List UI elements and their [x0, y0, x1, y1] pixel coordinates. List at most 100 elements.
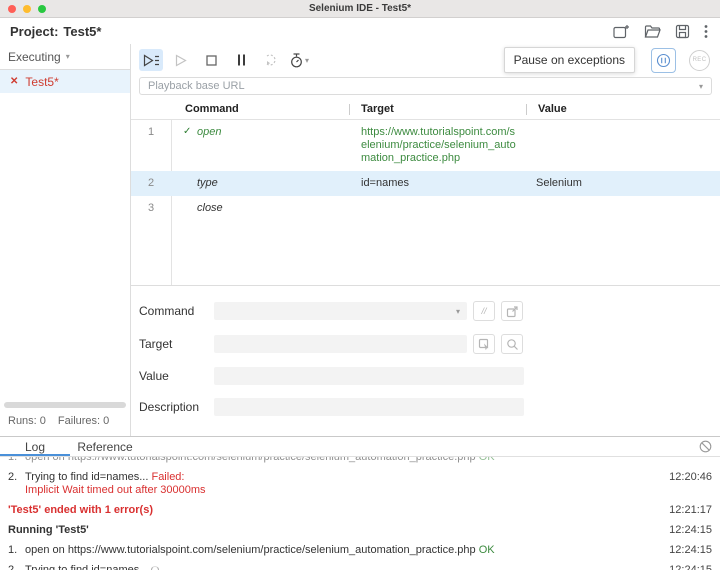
value-field[interactable] [214, 367, 524, 385]
log-timestamp: 12:24:15 [659, 564, 712, 570]
header-value: Value [526, 99, 720, 119]
row-number: 2 [131, 171, 171, 196]
table-row[interactable]: 3 close [131, 196, 720, 220]
command-dropdown-caret[interactable]: ▾ [456, 307, 460, 316]
search-icon [506, 338, 519, 351]
window-title: Selenium IDE - Test5* [0, 3, 720, 14]
sidebar-item-test5[interactable]: ✕ Test5* [0, 70, 130, 93]
table-row[interactable]: 1 ✓ open https://www.tutorialspoint.com/… [131, 120, 720, 171]
kebab-menu-icon [704, 24, 708, 39]
stopwatch-icon [289, 53, 304, 68]
description-field[interactable] [214, 398, 524, 416]
stop-icon [206, 55, 217, 66]
command-cell[interactable]: close [171, 196, 349, 220]
new-project-button[interactable] [613, 24, 630, 39]
loading-spinner-icon [151, 566, 159, 570]
tests-sidebar: Executing ▾ ✕ Test5* Runs: 0 Failures: 0 [0, 44, 131, 436]
toggle-comment-button[interactable]: // [473, 301, 495, 321]
log-entry: 2. Trying to find id=names... 12:24:15 [8, 564, 712, 570]
log-timestamp: 12:24:15 [659, 544, 712, 557]
ok-status: OK [479, 544, 495, 556]
command-cell[interactable]: type [171, 171, 349, 196]
sidebar-view-dropdown[interactable]: Executing ▾ [0, 44, 130, 70]
pause-on-exceptions-button[interactable] [651, 48, 676, 73]
save-project-button[interactable] [675, 24, 690, 39]
open-reference-window-button[interactable] [501, 301, 523, 321]
comment-slashes: // [481, 306, 486, 316]
target-cell[interactable] [349, 196, 526, 220]
run-all-tests-button[interactable] [139, 49, 163, 71]
project-label: Project: [10, 24, 58, 39]
log-timestamp: 12:20:46 [659, 471, 712, 484]
rec-label: REC [693, 57, 707, 63]
value-cell[interactable] [526, 120, 720, 171]
clear-log-icon [699, 440, 712, 453]
playback-toolbar: ▾ Pause on exceptions REC [131, 44, 720, 76]
playback-base-url-input[interactable]: Playback base URL ▾ [139, 77, 712, 95]
pause-button[interactable] [229, 49, 253, 71]
step-over-button[interactable] [259, 49, 283, 71]
tab-log[interactable]: Log [0, 437, 70, 456]
clear-log-button[interactable] [691, 437, 720, 456]
row-number: 1 [131, 120, 171, 171]
command-field-label: Command [139, 304, 214, 318]
project-header: Project:Test5* [0, 18, 720, 44]
chevron-down-icon: ▾ [66, 52, 70, 61]
step-over-icon [264, 54, 278, 67]
target-cell[interactable]: https://www.tutorialspoint.com/selenium/… [349, 120, 526, 171]
target-field-label: Target [139, 337, 214, 351]
description-field-label: Description [139, 400, 214, 414]
command-cell[interactable]: ✓ open [171, 120, 349, 171]
test-failed-icon: ✕ [10, 76, 18, 87]
log-entry: 'Test5' ended with 1 error(s) 12:21:17 [8, 504, 712, 517]
url-placeholder: Playback base URL [148, 80, 245, 92]
error-detail: Implicit Wait timed out after 30000ms [25, 484, 206, 496]
target-field[interactable] [214, 335, 467, 353]
sidebar-horizontal-scrollbar[interactable] [4, 402, 126, 408]
pause-icon [237, 54, 246, 66]
target-cell[interactable]: id=names [349, 171, 526, 196]
command-table-header: Command Target Value [131, 99, 720, 120]
log-entry-clipped: 1. open on https://www.tutorialspoint.co… [8, 457, 712, 464]
project-title: Project:Test5* [10, 24, 101, 39]
open-project-button[interactable] [644, 24, 661, 39]
minimize-window-button[interactable] [23, 5, 31, 13]
command-edit-form: Command ▾ // Target [131, 286, 720, 436]
record-button[interactable]: REC [689, 50, 710, 71]
play-icon [175, 54, 187, 67]
log-tab-bar: Log Reference [0, 437, 720, 457]
log-entry: Running 'Test5' 12:24:15 [8, 524, 712, 537]
header-target: Target [349, 99, 526, 119]
test-speed-control[interactable]: ▾ [289, 53, 309, 68]
window-controls [8, 5, 46, 13]
close-window-button[interactable] [8, 5, 16, 13]
new-project-icon [613, 24, 630, 39]
runs-count: Runs: 0 [8, 415, 46, 427]
table-row[interactable]: 2 type id=names Selenium [131, 171, 720, 196]
header-command: Command [171, 99, 349, 119]
stop-button[interactable] [199, 49, 223, 71]
run-all-icon [143, 54, 160, 67]
tab-reference[interactable]: Reference [70, 437, 140, 456]
sidebar-view-label: Executing [8, 50, 61, 64]
command-passed-icon: ✓ [183, 126, 193, 137]
value-cell[interactable] [526, 196, 720, 220]
save-icon [675, 24, 690, 39]
run-statistics: Runs: 0 Failures: 0 [0, 415, 130, 436]
command-field[interactable]: ▾ [214, 302, 467, 320]
value-cell[interactable]: Selenium [526, 171, 720, 196]
log-timestamp: 12:21:17 [659, 504, 712, 517]
log-panel: Log Reference 1. open on https://www.tut… [0, 436, 720, 570]
run-current-test-button[interactable] [169, 49, 193, 71]
failed-status: Failed: [151, 471, 184, 483]
url-dropdown-caret[interactable]: ▾ [699, 82, 703, 91]
titlebar: Selenium IDE - Test5* [0, 0, 720, 18]
find-target-button[interactable] [501, 334, 523, 354]
pause-circle-icon [656, 53, 671, 68]
url-bar-container: Playback base URL ▾ [131, 76, 720, 99]
more-options-button[interactable] [704, 24, 708, 39]
zoom-window-button[interactable] [38, 5, 46, 13]
select-target-button[interactable] [473, 334, 495, 354]
failures-count: Failures: 0 [58, 415, 109, 427]
log-timestamp: 12:24:15 [659, 524, 712, 537]
